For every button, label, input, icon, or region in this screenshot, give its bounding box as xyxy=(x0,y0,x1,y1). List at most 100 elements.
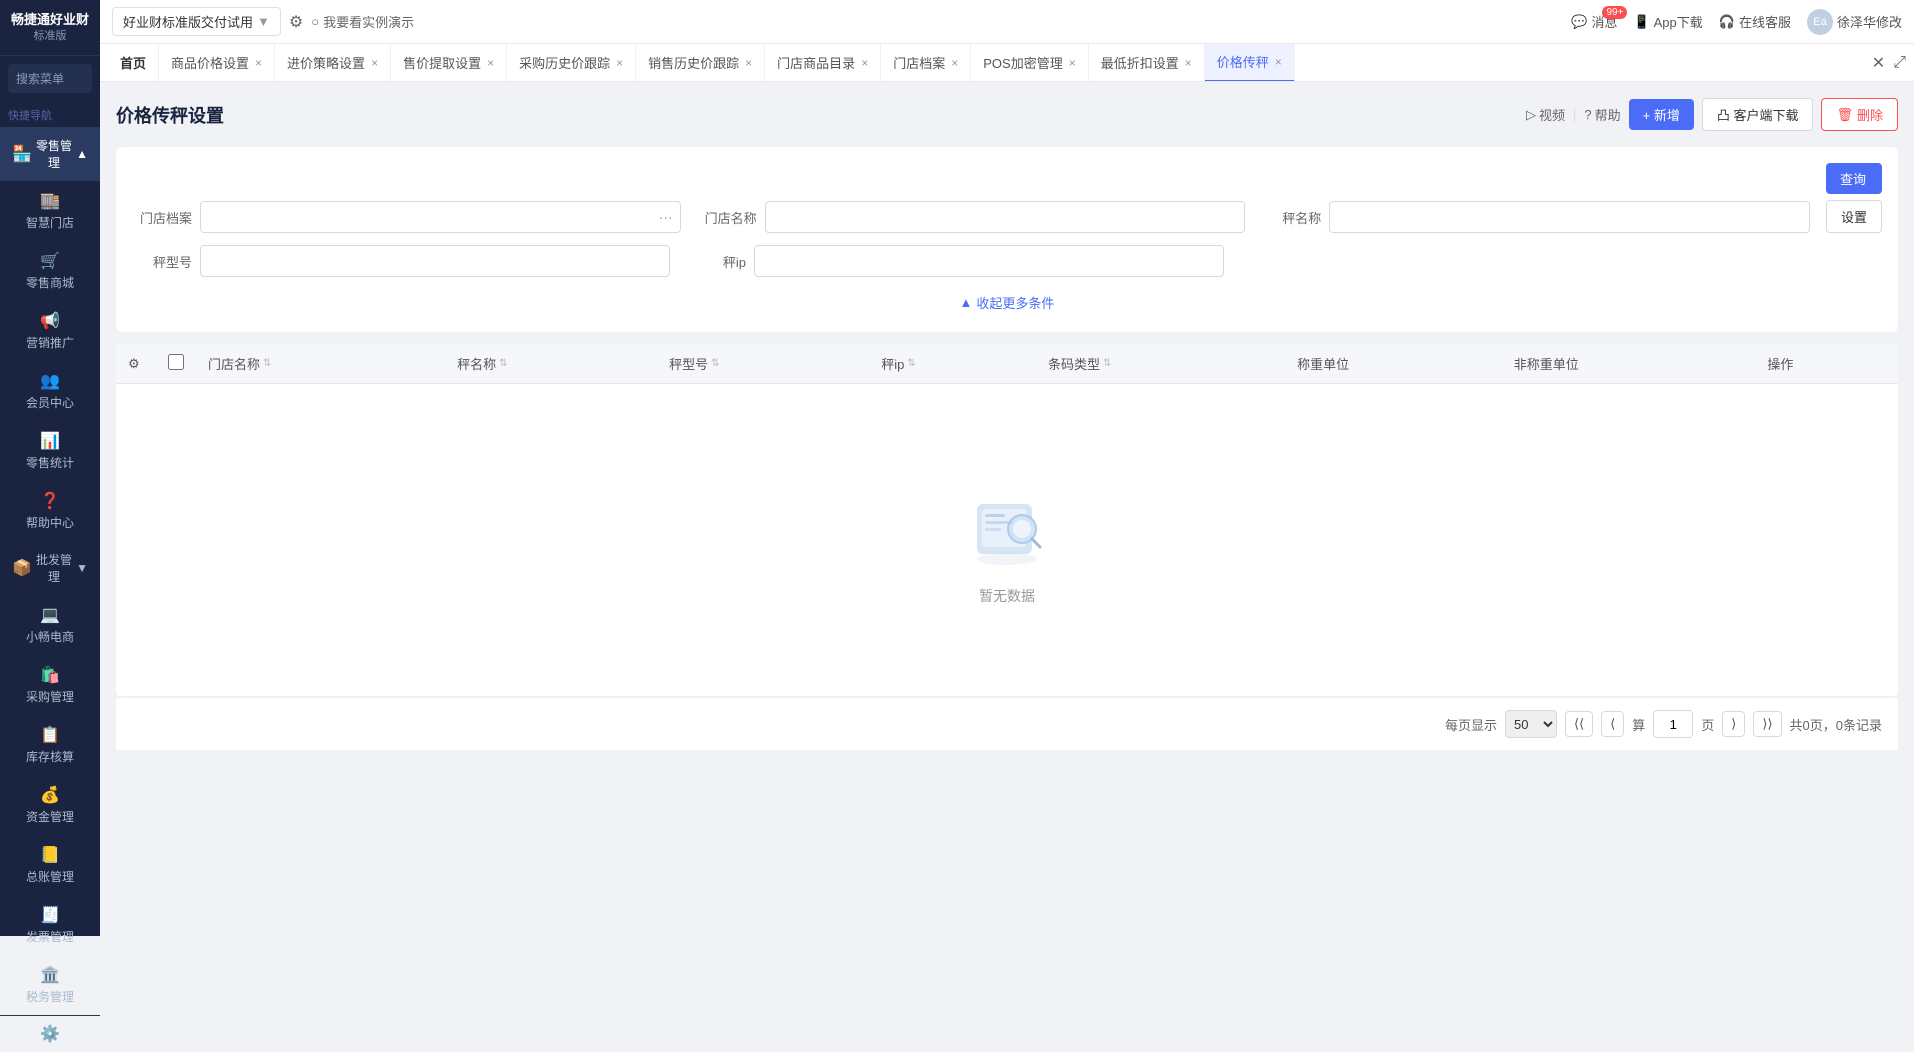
notifications-button[interactable]: 💬 消息 99+ xyxy=(1571,12,1617,31)
query-button[interactable]: 查询 xyxy=(1826,163,1882,194)
ec-icon: 💻 xyxy=(40,605,60,625)
check-column-header xyxy=(156,344,196,384)
scale-name-input[interactable] xyxy=(1329,201,1810,233)
next-page-button[interactable]: ⟩ xyxy=(1722,711,1745,737)
sidebar-item-tax[interactable]: 🏛️ 税务管理 xyxy=(0,955,100,1015)
sort-icon: ⇅ xyxy=(263,358,271,369)
app-download-button[interactable]: 📱 App下载 xyxy=(1633,12,1702,31)
sidebar-item-finance[interactable]: 💰 资金管理 xyxy=(0,775,100,835)
sidebar-item-wholesale-mgmt[interactable]: 📦 批发管理 ▼ xyxy=(0,541,100,595)
video-link[interactable]: ▷ 视频 xyxy=(1526,105,1565,124)
tab-close-icon[interactable]: × xyxy=(487,56,494,70)
sidebar-item-retail-mall[interactable]: 🛒 零售商城 xyxy=(0,241,100,301)
sidebar-item-member-center[interactable]: 👥 会员中心 xyxy=(0,361,100,421)
store-name-column-header[interactable]: 门店名称 ⇅ xyxy=(196,344,445,384)
tab-price-strategy[interactable]: 进价策略设置 × xyxy=(275,44,391,82)
video-label: 视频 xyxy=(1539,105,1565,124)
help-icon: ? xyxy=(1584,107,1591,122)
help-link[interactable]: ? 帮助 xyxy=(1584,105,1620,124)
tab-pos-encrypt[interactable]: POS加密管理 × xyxy=(971,44,1088,82)
form-item-scale-model: 秤型号 xyxy=(132,245,670,277)
last-page-button[interactable]: ⟩⟩ xyxy=(1753,711,1781,737)
scale-name-column-header[interactable]: 秤名称 ⇅ xyxy=(445,344,657,384)
tab-close-icon[interactable]: × xyxy=(951,56,958,70)
sidebar-settings-button[interactable]: ⚙️ xyxy=(40,1024,60,1044)
topbar-settings-button[interactable]: ⚙ xyxy=(289,12,303,32)
tab-close-all-button[interactable]: ✕ xyxy=(1872,53,1885,73)
sidebar-item-marketing[interactable]: 📢 营销推广 xyxy=(0,301,100,361)
per-page-select[interactable]: 50 10 20 100 xyxy=(1505,710,1557,738)
version-selector[interactable]: 好业财标准版交付试用 ▼ xyxy=(112,7,281,36)
barcode-type-column-header[interactable]: 条码类型 ⇅ xyxy=(1036,344,1285,384)
tab-product-price[interactable]: 商品价格设置 × xyxy=(159,44,275,82)
page-actions: ▷ 视频 | ? 帮助 + 新增 凸 客户端下载 🗑 删除 xyxy=(1526,98,1898,131)
sidebar-item-label: 采购管理 xyxy=(26,688,74,705)
sidebar-item-general-ledger[interactable]: 📒 总账管理 xyxy=(0,835,100,895)
tab-close-icon[interactable]: × xyxy=(745,56,752,70)
scale-model-input[interactable] xyxy=(200,245,670,277)
scale-ip-input[interactable] xyxy=(754,245,1224,277)
search-menu-button[interactable]: 搜索菜单 xyxy=(8,64,92,93)
first-page-button[interactable]: ⟨⟨ xyxy=(1565,711,1593,737)
ledger-icon: 📒 xyxy=(40,845,60,865)
pagination-total: 共0页，0条记录 xyxy=(1790,715,1882,734)
online-service-label: 在线客服 xyxy=(1739,12,1791,31)
tab-close-icon[interactable]: × xyxy=(1069,56,1076,70)
col-label: 秤名称 xyxy=(457,354,496,373)
store-file-select-icon[interactable]: ··· xyxy=(659,209,673,225)
notification-badge: 99+ xyxy=(1602,6,1627,19)
user-menu-button[interactable]: Ea 徐泽华修改 xyxy=(1807,9,1902,35)
download-button[interactable]: 凸 客户端下载 xyxy=(1702,98,1814,131)
tab-sale-history[interactable]: 销售历史价跟踪 × xyxy=(636,44,765,82)
store-file-input[interactable] xyxy=(200,201,681,233)
scale-model-label: 秤型号 xyxy=(132,252,192,271)
delete-button[interactable]: 🗑 删除 xyxy=(1821,98,1898,131)
sidebar-item-help-center[interactable]: ❓ 帮助中心 xyxy=(0,481,100,541)
online-service-button[interactable]: 🎧 在线客服 xyxy=(1719,12,1791,31)
store-name-input[interactable] xyxy=(765,201,1246,233)
sidebar-item-retail-mgmt[interactable]: 🏪 零售管理 ▲ xyxy=(0,127,100,181)
tab-close-icon[interactable]: × xyxy=(371,56,378,70)
tab-price-scale[interactable]: 价格传秤 × xyxy=(1205,44,1295,82)
tab-expand-button[interactable]: ⤢ xyxy=(1893,54,1906,72)
col-label: 秤型号 xyxy=(669,354,708,373)
settings-column-header[interactable]: ⚙ xyxy=(116,344,156,384)
sidebar-item-ec[interactable]: 💻 小畅电商 xyxy=(0,595,100,655)
page-suffix-label: 页 xyxy=(1701,715,1714,734)
scale-ip-column-header[interactable]: 秤ip ⇅ xyxy=(869,344,1036,384)
tab-home[interactable]: 首页 xyxy=(108,44,159,82)
tab-close-icon[interactable]: × xyxy=(861,56,868,70)
sidebar-item-label: 营销推广 xyxy=(26,334,74,351)
tab-close-icon[interactable]: × xyxy=(616,56,623,70)
demo-link[interactable]: ○ 我要看实例演示 xyxy=(311,12,414,31)
empty-state: 暂无数据 xyxy=(128,394,1886,686)
data-table: ⚙ 门店名称 ⇅ 秤名称 xyxy=(116,344,1898,697)
tab-purchase-history[interactable]: 采购历史价跟踪 × xyxy=(507,44,636,82)
sidebar-item-retail-stats[interactable]: 📊 零售统计 xyxy=(0,421,100,481)
sidebar-item-invoice[interactable]: 🧾 发票管理 xyxy=(0,895,100,955)
non-weight-unit-column-header: 非称重单位 xyxy=(1502,344,1756,384)
tab-close-icon[interactable]: × xyxy=(1185,56,1192,70)
tab-sale-price[interactable]: 售价提取设置 × xyxy=(391,44,507,82)
tab-store-catalog[interactable]: 门店商品目录 × xyxy=(765,44,881,82)
collapse-button[interactable]: ▲ 收起更多条件 xyxy=(960,289,1055,316)
tab-min-discount[interactable]: 最低折扣设置 × xyxy=(1089,44,1205,82)
settings-form-button[interactable]: 设置 xyxy=(1826,200,1882,233)
sidebar-item-purchase[interactable]: 🛍️ 采购管理 xyxy=(0,655,100,715)
retail-mgmt-icon: 🏪 xyxy=(12,144,32,164)
tab-store-file[interactable]: 门店档案 × xyxy=(881,44,971,82)
tab-close-icon[interactable]: × xyxy=(255,56,262,70)
page-number-input[interactable] xyxy=(1653,710,1693,738)
sidebar-item-smart-store[interactable]: 🏬 智慧门店 xyxy=(0,181,100,241)
sidebar-item-label: 零售管理 xyxy=(35,137,73,171)
scale-model-column-header[interactable]: 秤型号 ⇅ xyxy=(657,344,869,384)
tab-close-icon[interactable]: × xyxy=(1275,55,1282,69)
add-button[interactable]: + 新增 xyxy=(1629,99,1694,130)
marketing-icon: 📢 xyxy=(40,311,60,331)
online-service-icon: 🎧 xyxy=(1719,14,1735,30)
sidebar-item-inventory[interactable]: 📋 库存核算 xyxy=(0,715,100,775)
prev-page-button[interactable]: ⟨ xyxy=(1601,711,1624,737)
tab-label: 最低折扣设置 xyxy=(1101,53,1179,72)
select-all-checkbox[interactable] xyxy=(168,354,184,370)
purchase-icon: 🛍️ xyxy=(40,665,60,685)
